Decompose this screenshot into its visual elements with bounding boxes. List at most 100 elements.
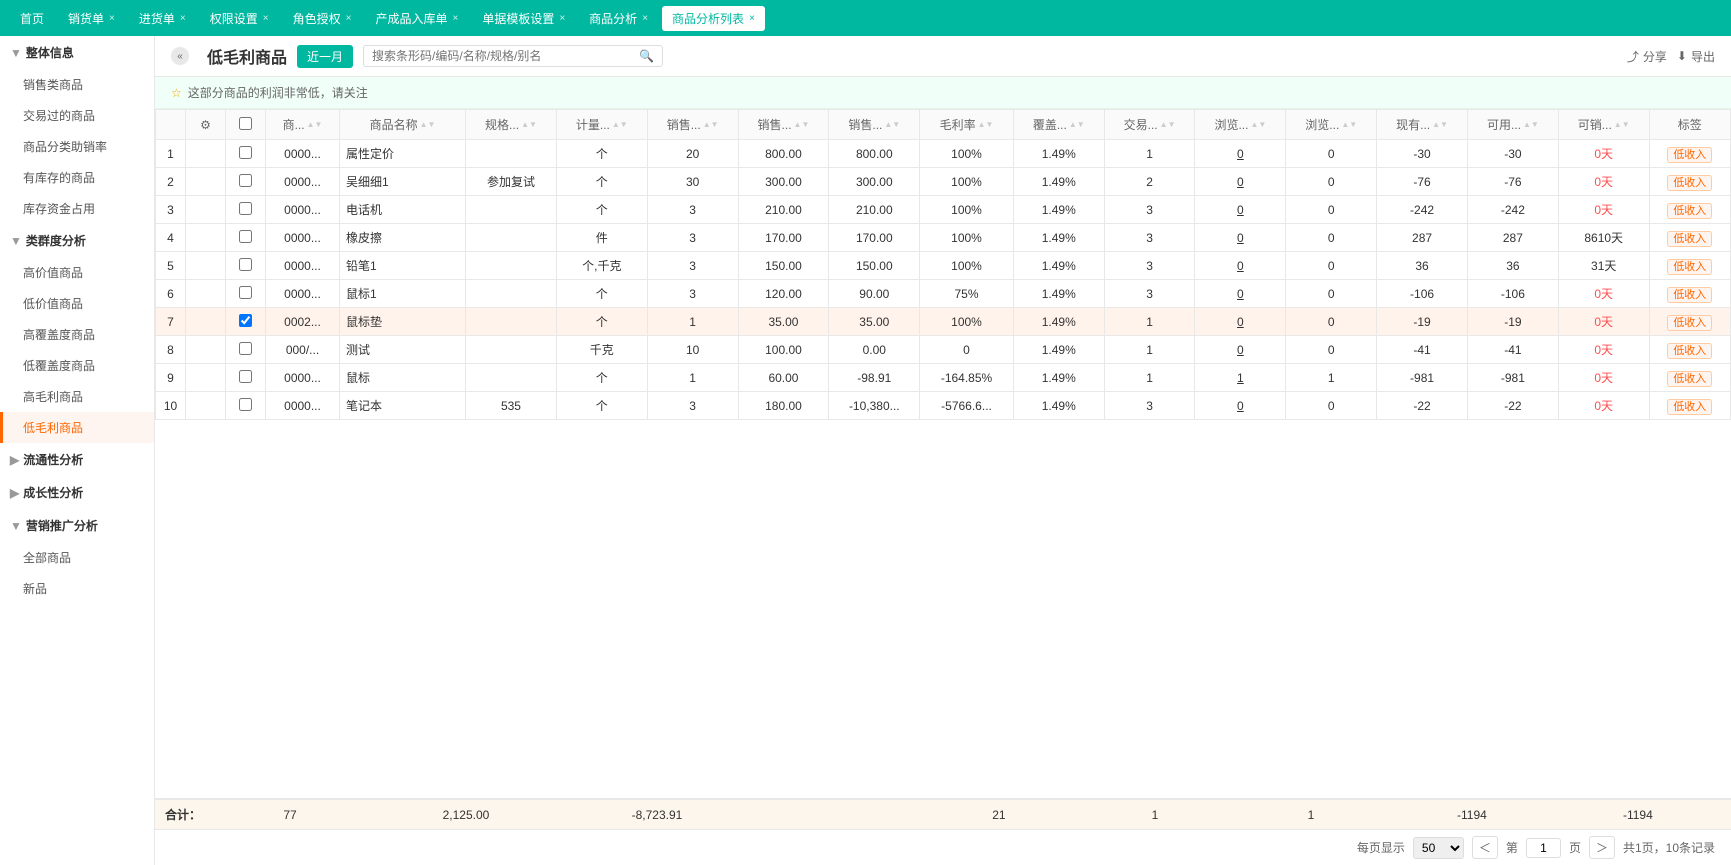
content-area: « 低毛利商品 近一月 🔍 ⤴ 分享 ⬇ 导出 ☆ 这部分商品的利润非常低， (155, 36, 1731, 865)
row-checkbox-2[interactable] (239, 202, 252, 215)
nav-close-permission[interactable]: × (263, 13, 269, 24)
cell-checkbox-2[interactable] (226, 196, 266, 224)
nav-close-analysis[interactable]: × (642, 13, 648, 24)
cell-browse1-1[interactable]: 0 (1195, 168, 1286, 196)
th-code[interactable]: 商...▲▼ (266, 110, 340, 140)
nav-close-template[interactable]: × (559, 13, 565, 24)
footer-sales-qty: 77 (260, 808, 320, 822)
sidebar-group-circulation-label: 流通性分析 (23, 451, 83, 468)
row-checkbox-6[interactable] (239, 314, 252, 327)
th-browse1[interactable]: 浏览...▲▼ (1195, 110, 1286, 140)
date-filter-button[interactable]: 近一月 (297, 45, 353, 68)
select-all-checkbox[interactable] (239, 117, 252, 130)
sidebar-item-low-coverage[interactable]: 低覆盖度商品 (0, 350, 154, 381)
cell-browse1-6[interactable]: 0 (1195, 308, 1286, 336)
cell-browse1-9[interactable]: 0 (1195, 392, 1286, 420)
th-sellable[interactable]: 可销...▲▼ (1558, 110, 1649, 140)
sidebar-group-growth[interactable]: ▶ 成长性分析 (0, 476, 154, 509)
th-name[interactable]: 商品名称▲▼ (340, 110, 466, 140)
nav-item-template[interactable]: 单据模板设置 × (472, 6, 575, 31)
cell-margin-8: -164.85% (920, 364, 1014, 392)
cell-browse1-3[interactable]: 0 (1195, 224, 1286, 252)
nav-close-purchase[interactable]: × (180, 13, 186, 24)
search-input[interactable] (372, 49, 639, 63)
collapse-sidebar-button[interactable]: « (171, 47, 189, 65)
nav-item-purchase[interactable]: 进货单 × (129, 6, 196, 31)
row-checkbox-8[interactable] (239, 370, 252, 383)
sidebar-item-new-goods[interactable]: 新品 (0, 573, 154, 604)
nav-item-permission[interactable]: 权限设置 × (200, 6, 279, 31)
th-sales-qty[interactable]: 销售...▲▼ (647, 110, 738, 140)
cell-no-6: 7 (156, 308, 186, 336)
sidebar-item-sales-goods[interactable]: 销售类商品 (0, 69, 154, 100)
sidebar-item-low-value[interactable]: 低价值商品 (0, 288, 154, 319)
row-checkbox-0[interactable] (239, 146, 252, 159)
th-available[interactable]: 可用...▲▼ (1467, 110, 1558, 140)
sidebar-item-capital[interactable]: 库存资金占用 (0, 193, 154, 224)
nav-item-analysis[interactable]: 商品分析 × (579, 6, 658, 31)
export-button[interactable]: ⬇ 导出 (1677, 48, 1715, 65)
nav-close-product[interactable]: × (452, 13, 458, 24)
row-checkbox-5[interactable] (239, 286, 252, 299)
cell-browse1-0[interactable]: 0 (1195, 140, 1286, 168)
cell-browse1-8[interactable]: 1 (1195, 364, 1286, 392)
share-button[interactable]: ⤴ 分享 (1627, 48, 1667, 65)
th-sales-profit[interactable]: 销售...▲▼ (829, 110, 920, 140)
search-icon[interactable]: 🔍 (639, 49, 654, 63)
page-size-select[interactable]: 50 10 20 100 (1413, 837, 1464, 859)
cell-checkbox-7[interactable] (226, 336, 266, 364)
sidebar-item-all-goods[interactable]: 全部商品 (0, 542, 154, 573)
cell-checkbox-3[interactable] (226, 224, 266, 252)
cell-checkbox-1[interactable] (226, 168, 266, 196)
nav-item-home[interactable]: 首页 (10, 6, 54, 31)
nav-item-sales[interactable]: 销货单 × (58, 6, 125, 31)
cell-checkbox-4[interactable] (226, 252, 266, 280)
sidebar-item-high-coverage[interactable]: 高覆盖度商品 (0, 319, 154, 350)
sidebar-group-marketing[interactable]: ▼ 营销推广分析 (0, 509, 154, 542)
cell-checkbox-5[interactable] (226, 280, 266, 308)
sidebar-item-in-stock[interactable]: 有库存的商品 (0, 162, 154, 193)
th-browse2[interactable]: 浏览...▲▼ (1286, 110, 1377, 140)
cell-unit-7: 千克 (556, 336, 647, 364)
sidebar-item-low-margin[interactable]: 低毛利商品 (0, 412, 154, 443)
row-checkbox-1[interactable] (239, 174, 252, 187)
nav-item-product[interactable]: 产成品入库单 × (365, 6, 468, 31)
th-unit[interactable]: 计量...▲▼ (556, 110, 647, 140)
prev-page-button[interactable]: ＜ (1472, 836, 1498, 859)
th-sales-price[interactable]: 销售...▲▼ (738, 110, 829, 140)
cell-checkbox-0[interactable] (226, 140, 266, 168)
cell-checkbox-8[interactable] (226, 364, 266, 392)
th-coverage[interactable]: 覆盖...▲▼ (1013, 110, 1104, 140)
cell-browse1-5[interactable]: 0 (1195, 280, 1286, 308)
th-spec[interactable]: 规格...▲▼ (466, 110, 557, 140)
cell-browse2-2: 0 (1286, 196, 1377, 224)
row-checkbox-3[interactable] (239, 230, 252, 243)
cell-checkbox-6[interactable] (226, 308, 266, 336)
nav-close-role[interactable]: × (346, 13, 352, 24)
next-page-button[interactable]: ＞ (1589, 836, 1615, 859)
row-checkbox-7[interactable] (239, 342, 252, 355)
sidebar-group-cluster[interactable]: ▼ 类群度分析 (0, 224, 154, 257)
sidebar-item-high-margin[interactable]: 高毛利商品 (0, 381, 154, 412)
th-transaction[interactable]: 交易...▲▼ (1104, 110, 1195, 140)
th-margin-rate[interactable]: 毛利率▲▼ (920, 110, 1014, 140)
nav-item-role[interactable]: 角色授权 × (283, 6, 362, 31)
sidebar-item-category-rate[interactable]: 商品分类助销率 (0, 131, 154, 162)
cell-browse1-2[interactable]: 0 (1195, 196, 1286, 224)
sidebar-group-circulation[interactable]: ▶ 流通性分析 (0, 443, 154, 476)
nav-close-analysis-list[interactable]: × (749, 13, 755, 24)
page-number-input[interactable] (1526, 838, 1561, 858)
row-checkbox-9[interactable] (239, 398, 252, 411)
nav-close-sales[interactable]: × (109, 13, 115, 24)
cell-current-stock-4: 36 (1377, 252, 1468, 280)
th-current-stock[interactable]: 现有...▲▼ (1377, 110, 1468, 140)
sidebar-item-high-value[interactable]: 高价值商品 (0, 257, 154, 288)
sidebar-group-overall[interactable]: ▼ 整体信息 (0, 36, 154, 69)
cell-checkbox-9[interactable] (226, 392, 266, 420)
cell-browse1-7[interactable]: 0 (1195, 336, 1286, 364)
row-checkbox-4[interactable] (239, 258, 252, 271)
cell-browse1-4[interactable]: 0 (1195, 252, 1286, 280)
sidebar-item-traded[interactable]: 交易过的商品 (0, 100, 154, 131)
th-settings[interactable]: ⚙ (186, 110, 226, 140)
nav-item-analysis-list[interactable]: 商品分析列表 × (662, 6, 765, 31)
